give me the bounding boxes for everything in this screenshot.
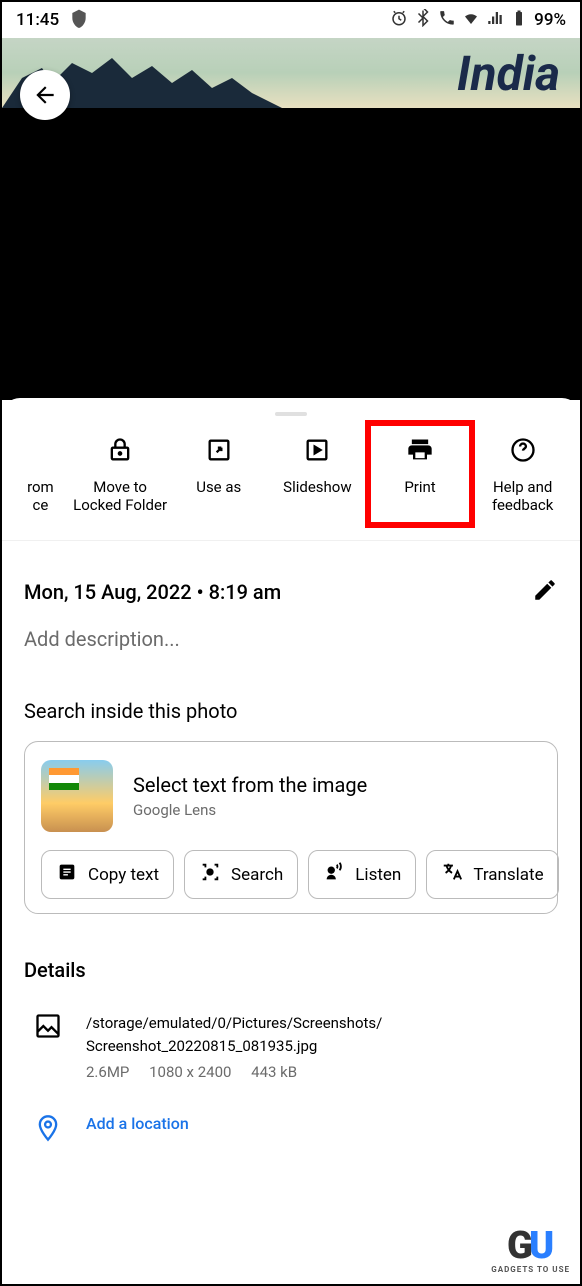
file-dimensions: 1080 x 2400 xyxy=(149,1063,231,1081)
file-detail-row[interactable]: /storage/emulated/0/Pictures/Screenshots… xyxy=(2,1004,580,1092)
status-left: 11:45 xyxy=(16,8,89,33)
status-bar: 11:45 99% xyxy=(2,2,580,38)
lens-section-title: Search inside this photo xyxy=(2,651,580,741)
action-partial-label: rom ce xyxy=(27,478,54,514)
photo-datetime: Mon, 15 Aug, 2022 • 8:19 am xyxy=(24,580,281,604)
slideshow-icon xyxy=(303,434,331,466)
translate-button[interactable]: Translate xyxy=(426,850,558,899)
back-button[interactable] xyxy=(20,70,70,120)
signal-icon xyxy=(486,9,504,32)
meta-row: Mon, 15 Aug, 2022 • 8:19 am xyxy=(2,541,580,621)
file-path-2: Screenshot_20220815_081935.jpg xyxy=(86,1035,382,1058)
banner-text: India xyxy=(457,45,560,102)
chip-label: Search xyxy=(231,865,283,885)
translate-icon xyxy=(441,861,463,888)
lens-thumbnail xyxy=(41,760,113,832)
lens-card: Select text from the image Google Lens C… xyxy=(24,741,558,914)
location-pin-icon xyxy=(34,1114,62,1142)
lens-header[interactable]: Select text from the image Google Lens xyxy=(41,760,541,832)
action-label: Use as xyxy=(196,478,241,496)
action-label: Slideshow xyxy=(283,478,351,496)
action-delete-device[interactable]: rom ce xyxy=(10,426,71,522)
listen-icon xyxy=(323,861,345,888)
use-as-icon xyxy=(205,434,233,466)
action-move-locked-folder[interactable]: Move to Locked Folder xyxy=(71,426,170,522)
call-icon xyxy=(438,9,456,32)
sheet-handle[interactable] xyxy=(275,412,307,416)
file-size: 443 kB xyxy=(251,1063,297,1081)
lock-icon xyxy=(106,434,134,466)
watermark-text: GADGETS TO USE xyxy=(491,1265,570,1274)
action-use-as[interactable]: Use as xyxy=(169,426,268,522)
battery-icon xyxy=(510,9,528,32)
action-slideshow[interactable]: Slideshow xyxy=(268,426,367,522)
battery-percent: 99% xyxy=(534,10,566,30)
action-row[interactable]: rom ce Move to Locked Folder Use as Slid… xyxy=(2,426,580,541)
chip-label: Listen xyxy=(355,865,401,885)
location-label: Add a location xyxy=(86,1114,189,1133)
photo-viewer[interactable]: India xyxy=(2,38,580,400)
notification-icon xyxy=(69,8,89,33)
action-label: Print xyxy=(404,478,435,496)
action-help-feedback[interactable]: Help and feedback xyxy=(473,426,572,522)
add-location-button[interactable]: Add a location xyxy=(2,1092,580,1164)
lens-chips: Copy text Search Listen Translate xyxy=(41,850,541,899)
copy-text-button[interactable]: Copy text xyxy=(41,850,174,899)
description-input[interactable]: Add description... xyxy=(2,621,580,651)
search-icon xyxy=(199,861,221,888)
status-right: 99% xyxy=(390,9,566,32)
details-title: Details xyxy=(2,914,580,1004)
chip-label: Translate xyxy=(473,865,543,885)
chip-label: Copy text xyxy=(88,865,159,885)
file-megapixels: 2.6MP xyxy=(86,1063,129,1081)
copy-text-icon xyxy=(56,861,78,888)
image-icon xyxy=(34,1012,62,1040)
help-icon xyxy=(509,434,537,466)
print-icon xyxy=(406,434,434,466)
lens-subtitle: Google Lens xyxy=(133,801,367,819)
file-meta: 2.6MP 1080 x 2400 443 kB xyxy=(86,1061,382,1084)
action-print[interactable]: Print xyxy=(365,420,476,528)
bluetooth-icon xyxy=(414,9,432,32)
action-label: Move to Locked Folder xyxy=(73,478,167,514)
listen-button[interactable]: Listen xyxy=(308,850,416,899)
photo-banner: India xyxy=(2,38,580,108)
edit-datetime-button[interactable] xyxy=(532,577,558,607)
search-button[interactable]: Search xyxy=(184,850,298,899)
lens-title: Select text from the image xyxy=(133,773,367,797)
file-path-1: /storage/emulated/0/Pictures/Screenshots… xyxy=(86,1012,382,1035)
status-time: 11:45 xyxy=(16,10,59,30)
info-sheet: rom ce Move to Locked Folder Use as Slid… xyxy=(2,398,580,1164)
alarm-icon xyxy=(390,9,408,32)
watermark: GU GADGETS TO USE xyxy=(491,1227,570,1274)
action-label: Help and feedback xyxy=(492,478,553,514)
wifi-icon xyxy=(462,9,480,32)
